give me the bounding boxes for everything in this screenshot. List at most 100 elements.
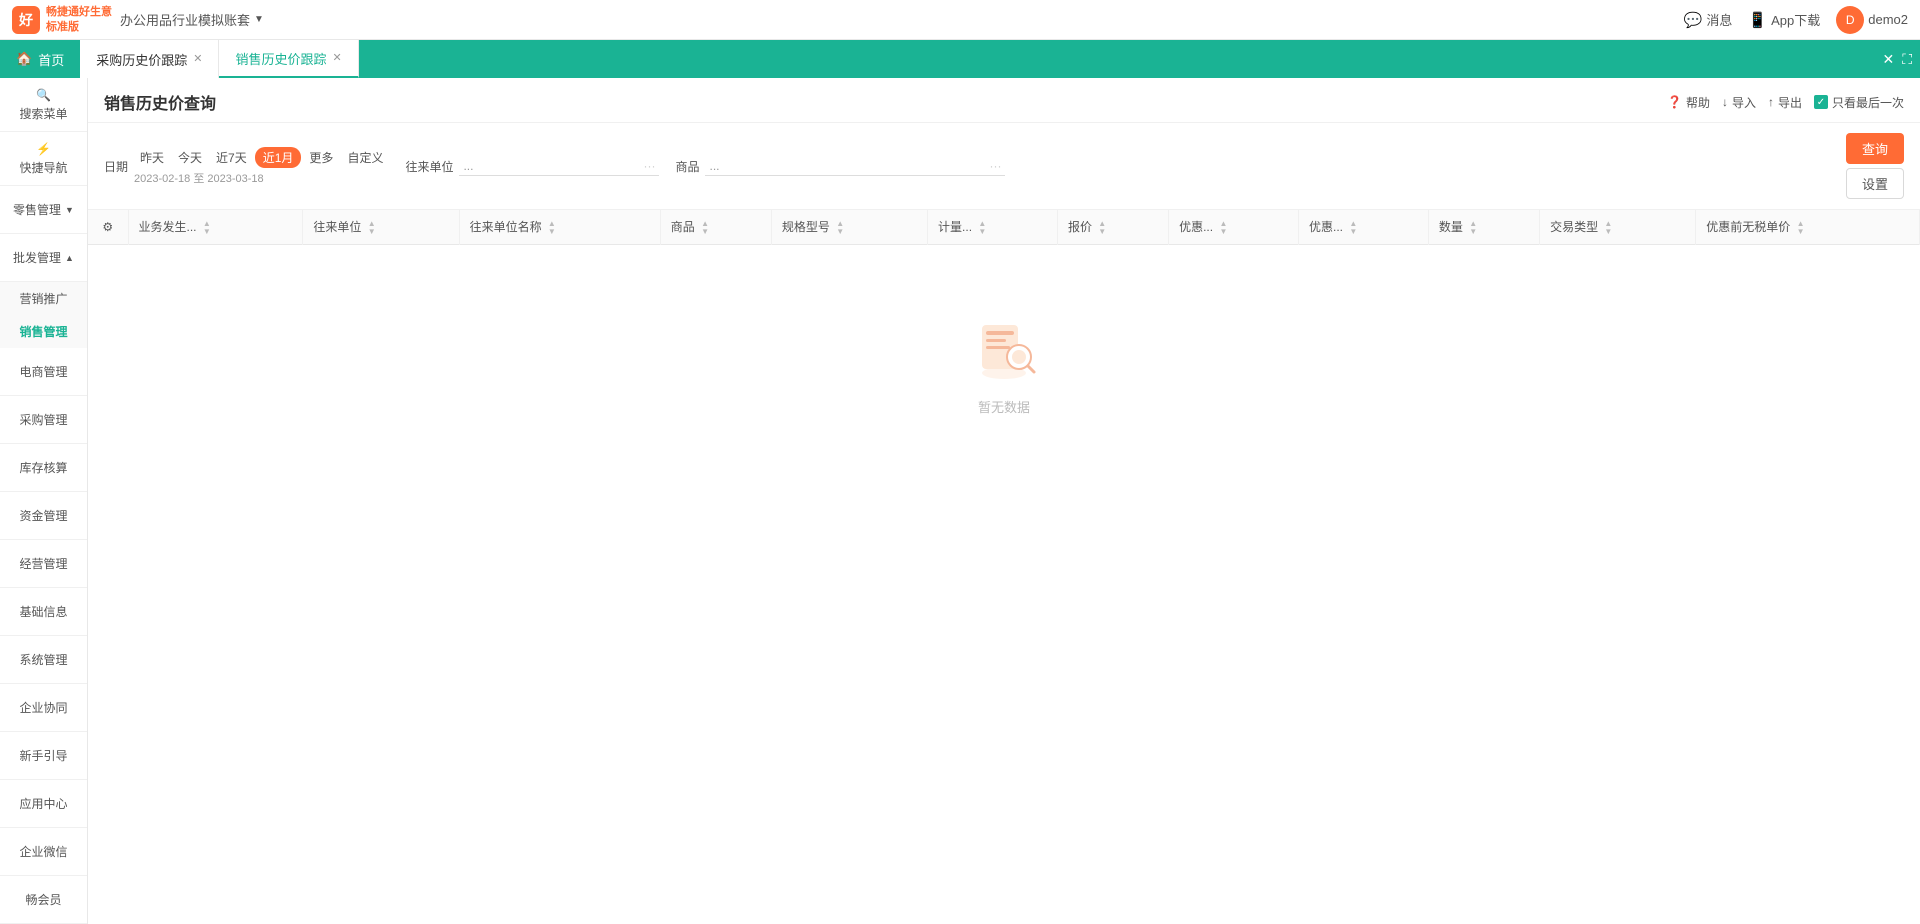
- th-gear[interactable]: ⚙: [88, 210, 128, 244]
- th-biz-date[interactable]: 业务发生... ▲▼: [128, 210, 303, 244]
- date-btn-today[interactable]: 今天: [172, 147, 208, 168]
- th-discount1[interactable]: 优惠... ▲▼: [1169, 210, 1299, 244]
- page-title: 销售历史价查询: [104, 90, 216, 114]
- search-button[interactable]: 查询: [1846, 133, 1904, 164]
- sidebar-item-wholesale-mgmt[interactable]: 批发管理 ▲: [0, 234, 87, 282]
- table-header: ⚙ 业务发生... ▲▼ 往来单位 ▲▼ 往来单位名称: [88, 210, 1920, 244]
- sort-icons-no-tax-price: ▲▼: [1797, 220, 1805, 236]
- th-no-tax-price[interactable]: 优惠前无税单价 ▲▼: [1696, 210, 1920, 244]
- sort-icons-product: ▲▼: [701, 220, 709, 236]
- tab-home[interactable]: 🏠 首页: [0, 40, 80, 78]
- product-filter-group: 商品 ... ···: [675, 157, 1005, 176]
- sidebar-item-enterprise-wechat[interactable]: 企业微信: [0, 828, 87, 876]
- import-button[interactable]: ↓ 导入: [1722, 94, 1756, 111]
- help-button[interactable]: ❓ 帮助: [1667, 94, 1710, 111]
- sidebar-item-inventory[interactable]: 库存核算: [0, 444, 87, 492]
- top-bar-right: 💬 消息 📱 App下载 D demo2: [1684, 6, 1908, 34]
- close-tab-control[interactable]: ✕: [1882, 51, 1894, 68]
- sidebar-item-system[interactable]: 系统管理: [0, 636, 87, 684]
- tab-sales-history[interactable]: 销售历史价跟踪 ✕: [219, 40, 358, 78]
- tab-sales-history-close[interactable]: ✕: [332, 53, 341, 64]
- th-unit[interactable]: 计量... ▲▼: [928, 210, 1058, 244]
- tab-purchase-history-close[interactable]: ✕: [193, 54, 202, 65]
- tab-controls: ✕ ⛶: [1874, 40, 1920, 78]
- th-partner-name[interactable]: 往来单位名称 ▲▼: [459, 210, 660, 244]
- th-spec[interactable]: 规格型号 ▲▼: [771, 210, 927, 244]
- sidebar-item-search-menu[interactable]: 🔍 搜索菜单: [0, 78, 87, 132]
- sort-icons-discount2: ▲▼: [1349, 220, 1357, 236]
- sidebar-item-retail-mgmt[interactable]: 零售管理 ▼: [0, 186, 87, 234]
- th-product[interactable]: 商品 ▲▼: [660, 210, 771, 244]
- sidebar-item-operations[interactable]: 经营管理: [0, 540, 87, 588]
- sidebar-item-new-user-guide[interactable]: 新手引导: [0, 732, 87, 780]
- main-layout: 🔍 搜索菜单 ⚡ 快捷导航 零售管理 ▼ 批发管理 ▲ 营销推广 销售管理 电商…: [0, 78, 1920, 924]
- user-action[interactable]: D demo2: [1836, 6, 1908, 34]
- th-discount2[interactable]: 优惠... ▲▼: [1299, 210, 1429, 244]
- sidebar-item-sales-mgmt[interactable]: 销售管理: [0, 315, 87, 348]
- home-icon: 🏠: [16, 51, 32, 67]
- sidebar-item-marketing[interactable]: 营销推广: [0, 282, 87, 315]
- date-range-text: 2023-02-18 至 2023-03-18: [134, 170, 389, 186]
- chevron-up-icon: ▲: [65, 253, 74, 263]
- logo-text: 畅捷通好生意 标准版: [46, 5, 112, 34]
- chevron-down-icon: ▼: [65, 205, 74, 215]
- settings-button[interactable]: 设置: [1846, 168, 1904, 199]
- message-action[interactable]: 💬 消息: [1684, 10, 1733, 29]
- sidebar-item-finance[interactable]: 资金管理: [0, 492, 87, 540]
- sidebar: 🔍 搜索菜单 ⚡ 快捷导航 零售管理 ▼ 批发管理 ▲ 营销推广 销售管理 电商…: [0, 78, 88, 924]
- only-last-checkbox[interactable]: ✓: [1814, 95, 1828, 109]
- export-button[interactable]: ↑ 导出: [1768, 94, 1802, 111]
- mobile-icon: 📱: [1748, 11, 1767, 29]
- chevron-down-icon: ▼: [254, 14, 264, 25]
- date-btn-yesterday[interactable]: 昨天: [134, 147, 170, 168]
- partner-input-placeholder: ...: [463, 159, 639, 173]
- date-filter-label: 日期: [104, 158, 128, 175]
- top-bar: 好 畅捷通好生意 标准版 办公用品行业模拟账套 ▼ 💬 消息 📱 App下载 D…: [0, 0, 1920, 40]
- filter-bar: 日期 昨天 今天 近7天 近1月 更多 自定义 2023-02-18 至 202…: [88, 123, 1920, 210]
- sidebar-item-membership[interactable]: 畅会员: [0, 876, 87, 924]
- sort-icons-discount1: ▲▼: [1219, 220, 1227, 236]
- page: 销售历史价查询 ❓ 帮助 ↓ 导入 ↑ 导出 ✓: [88, 78, 1920, 924]
- page-header: 销售历史价查询 ❓ 帮助 ↓ 导入 ↑ 导出 ✓: [88, 78, 1920, 123]
- product-input-placeholder: ...: [709, 159, 985, 173]
- sort-icons-price: ▲▼: [1098, 220, 1106, 236]
- gear-icon: ⚙: [102, 220, 113, 234]
- sidebar-item-enterprise-collab[interactable]: 企业协同: [0, 684, 87, 732]
- th-trade-type[interactable]: 交易类型 ▲▼: [1540, 210, 1696, 244]
- sort-icons-partner-code: ▲▼: [368, 220, 376, 236]
- sidebar-item-app-center[interactable]: 应用中心: [0, 780, 87, 828]
- th-price[interactable]: 报价 ▲▼: [1057, 210, 1168, 244]
- export-icon: ↑: [1768, 95, 1774, 109]
- search-icon: 🔍: [36, 88, 51, 102]
- app-download-action[interactable]: 📱 App下载: [1748, 10, 1820, 29]
- tab-bar: 🏠 首页 采购历史价跟踪 ✕ 销售历史价跟踪 ✕ ✕ ⛶: [0, 40, 1920, 78]
- empty-icon: [964, 305, 1044, 385]
- import-icon: ↓: [1722, 95, 1728, 109]
- date-btn-7days[interactable]: 近7天: [210, 147, 253, 168]
- checkbox-area: ✓ 只看最后一次: [1814, 94, 1904, 111]
- sort-icons-biz-date: ▲▼: [203, 220, 211, 236]
- th-partner-code[interactable]: 往来单位 ▲▼: [303, 210, 459, 244]
- table-container: ⚙ 业务发生... ▲▼ 往来单位 ▲▼ 往来单位名称: [88, 210, 1920, 924]
- sidebar-item-basic-info[interactable]: 基础信息: [0, 588, 87, 636]
- table-header-row: ⚙ 业务发生... ▲▼ 往来单位 ▲▼ 往来单位名称: [88, 210, 1920, 244]
- workspace-selector[interactable]: 办公用品行业模拟账套 ▼: [120, 10, 264, 29]
- date-btn-more[interactable]: 更多: [303, 147, 339, 168]
- maximize-tab-control[interactable]: ⛶: [1902, 51, 1912, 68]
- content-area: 销售历史价查询 ❓ 帮助 ↓ 导入 ↑ 导出 ✓: [88, 78, 1920, 924]
- sort-icons-trade-type: ▲▼: [1604, 220, 1612, 236]
- data-table: ⚙ 业务发生... ▲▼ 往来单位 ▲▼ 往来单位名称: [88, 210, 1920, 245]
- sidebar-item-ecommerce[interactable]: 电商管理: [0, 348, 87, 396]
- sidebar-item-purchase[interactable]: 采购管理: [0, 396, 87, 444]
- th-quantity[interactable]: 数量 ▲▼: [1428, 210, 1539, 244]
- sidebar-item-quick-nav[interactable]: ⚡ 快捷导航: [0, 132, 87, 186]
- date-btn-1month[interactable]: 近1月: [255, 147, 302, 168]
- quick-nav-icon: ⚡: [36, 142, 51, 156]
- date-filter-group: 日期 昨天 今天 近7天 近1月 更多 自定义 2023-02-18 至 202…: [104, 147, 389, 186]
- sort-icons-partner-name: ▲▼: [548, 220, 556, 236]
- date-btn-custom[interactable]: 自定义: [341, 147, 389, 168]
- tab-purchase-history[interactable]: 采购历史价跟踪 ✕: [80, 40, 219, 78]
- partner-filter-input[interactable]: ... ···: [459, 157, 659, 176]
- help-icon: ❓: [1667, 95, 1682, 109]
- product-filter-input[interactable]: ... ···: [705, 157, 1005, 176]
